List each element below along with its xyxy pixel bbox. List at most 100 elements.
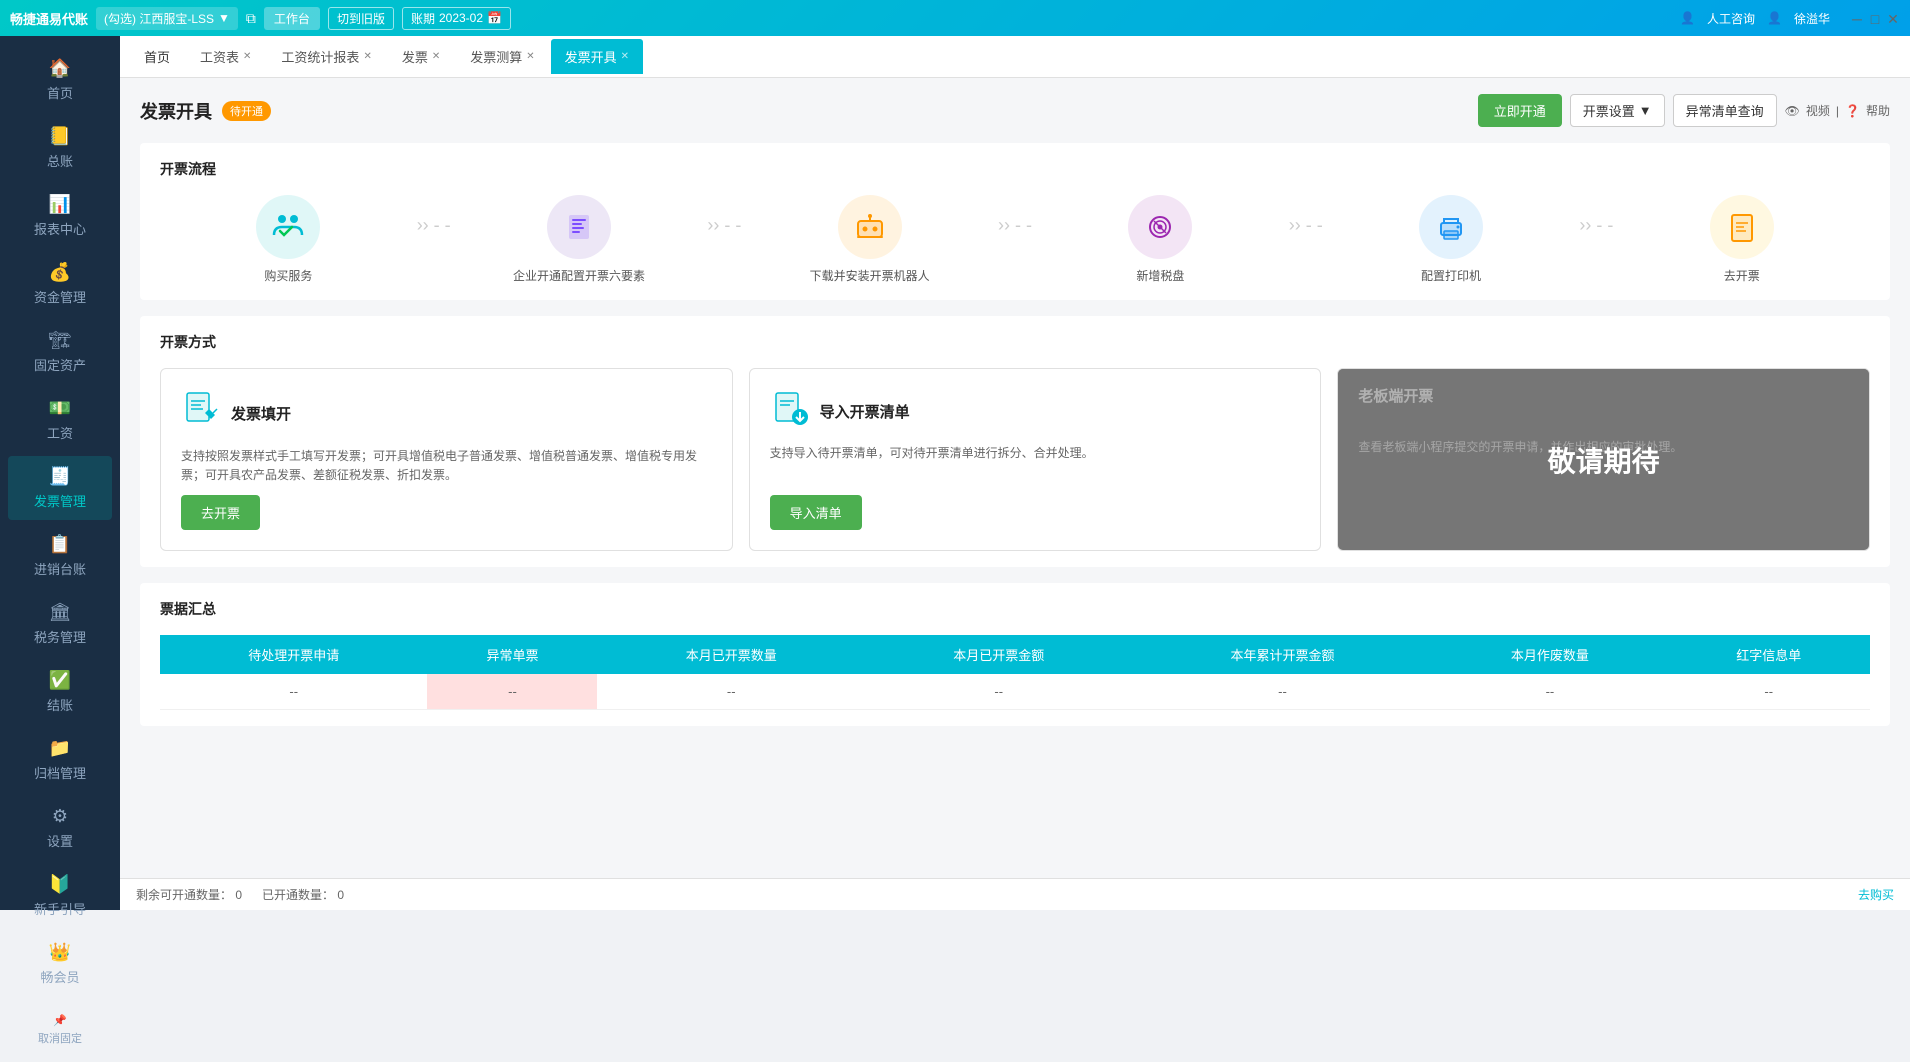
tab-close-salary-report[interactable]: ✕ (363, 51, 371, 62)
sidebar-label-salary: 工资 (47, 423, 73, 442)
cell-abnormal: -- (427, 674, 597, 710)
minimize-button[interactable]: ─ (1850, 11, 1864, 25)
flow-section-title: 开票流程 (160, 159, 1870, 179)
help-icon: ❓ (1845, 104, 1860, 118)
sidebar-label-new-guide: 新手引导 (34, 899, 86, 918)
tab-close-invoice-calc[interactable]: ✕ (526, 51, 534, 62)
buy-service-icon (256, 195, 320, 259)
tab-label-invoice-issue: 发票开具 (565, 47, 617, 66)
method-card-manual-fill-header: 发票填开 (181, 389, 712, 437)
tab-close-invoice-issue[interactable]: ✕ (621, 51, 629, 62)
sidebar-bottom: 📌 取消固定 (0, 998, 120, 1062)
manual-fill-button[interactable]: 去开票 (181, 495, 260, 530)
sidebar-label-report-center: 报表中心 (34, 219, 86, 238)
close-button[interactable]: ✕ (1886, 11, 1900, 25)
salary-icon: 💵 (49, 398, 71, 419)
sidebar-item-general-ledger[interactable]: 📒 总账 (8, 116, 112, 180)
abnormal-list-button[interactable]: 异常清单查询 (1673, 94, 1777, 127)
workbench-button[interactable]: 工作台 (264, 7, 320, 30)
username[interactable]: 徐溢华 (1794, 10, 1830, 27)
manual-fill-desc: 支持按照发票样式手工填写开发票；可开具增值税电子普通发票、增值税普通发票、增值税… (181, 447, 712, 485)
sidebar-item-new-guide[interactable]: 🔰 新手引导 (8, 864, 112, 928)
status-bar: 剩余可开通数量： 0 已开通数量： 0 去购买 (120, 878, 1910, 910)
sidebar-item-fund-mgmt[interactable]: 💰 资金管理 (8, 252, 112, 316)
immediate-open-button[interactable]: 立即开通 (1478, 94, 1562, 127)
period-selector[interactable]: 账期 2023-02 📅 (402, 7, 511, 30)
fund-icon: 💰 (49, 262, 71, 283)
tab-invoice[interactable]: 发票 ✕ (388, 39, 454, 74)
copy-icon[interactable]: ⧉ (246, 10, 256, 27)
sidebar-label-member: 畅会员 (40, 967, 79, 986)
period-value: 2023-02 (439, 11, 483, 25)
go-buy-link[interactable]: 去购买 (1858, 886, 1894, 903)
buy-service-label: 购买服务 (264, 267, 312, 284)
pin-toggle[interactable]: 📌 取消固定 (10, 1008, 110, 1052)
flow-step-config-open: 企业开通配置开票六要素 (451, 195, 708, 284)
header-actions: 立即开通 开票设置 ▼ 异常清单查询 👁 视频 | ❓ 帮助 (1478, 94, 1890, 127)
eye-icon: 👁 (1785, 104, 1800, 118)
sidebar-item-settings[interactable]: ⚙ 设置 (8, 796, 112, 860)
flow-step-download-robot: 下载并安装开票机器人 (741, 195, 998, 284)
cell-void-count: -- (1432, 674, 1667, 710)
sidebar-item-invoice-mgmt[interactable]: 🧾 发票管理 (8, 456, 112, 520)
manual-fill-icon (181, 389, 221, 437)
method-cards: 发票填开 支持按照发票样式手工填写开发票；可开具增值税电子普通发票、增值税普通发… (160, 368, 1870, 551)
col-red-info: 红字信息单 (1667, 635, 1870, 674)
flow-step-issue-invoice: 去开票 (1613, 195, 1870, 284)
switch-old-button[interactable]: 切到旧版 (328, 7, 394, 30)
download-robot-label: 下载并安装开票机器人 (810, 267, 930, 284)
sidebar-label-tax-mgmt: 税务管理 (34, 627, 86, 646)
open-settings-label: 开票设置 (1583, 101, 1635, 120)
sidebar-item-tax-mgmt[interactable]: 🏛 税务管理 (8, 592, 112, 656)
window-controls: ─ □ ✕ (1850, 11, 1900, 25)
tax-icon: 🏛 (49, 602, 72, 623)
tab-close-salary[interactable]: ✕ (243, 51, 251, 62)
page-title-area: 发票开具 待开通 (140, 98, 271, 124)
top-bar-left: 畅捷通易代账 (勾选) 江西服宝-LSS ▼ ⧉ 工作台 切到旧版 账期 202… (10, 7, 511, 30)
sidebar-label-fixed-assets: 固定资产 (34, 355, 86, 374)
help-label[interactable]: 帮助 (1866, 102, 1890, 119)
summary-section: 票据汇总 待处理开票申请 异常单票 本月已开票数量 本月已开票金额 本年累计开票… (140, 583, 1890, 726)
remaining-value: 0 (235, 888, 242, 902)
arrow-5: ›› ‐ ‐ (1579, 215, 1613, 236)
sidebar-item-member[interactable]: 👑 畅会员 (8, 932, 112, 996)
add-tax-icon (1128, 195, 1192, 259)
open-settings-button[interactable]: 开票设置 ▼ (1570, 94, 1665, 127)
home-icon: 🏠 (49, 58, 71, 79)
sidebar-label-settlement: 结账 (47, 695, 73, 714)
customer-service-label[interactable]: 人工咨询 (1707, 10, 1755, 27)
download-robot-icon (838, 195, 902, 259)
tab-invoice-calc[interactable]: 发票测算 ✕ (456, 39, 548, 74)
config-printer-icon (1419, 195, 1483, 259)
sidebar-item-fixed-assets[interactable]: 🏗 固定资产 (8, 320, 112, 384)
cell-pending: -- (160, 674, 427, 710)
tab-salary[interactable]: 工资表 ✕ (186, 39, 265, 74)
sidebar-item-salary[interactable]: 💵 工资 (8, 388, 112, 452)
page-content: 发票开具 待开通 立即开通 开票设置 ▼ 异常清单查询 👁 视频 | ❓ (120, 78, 1910, 878)
col-abnormal: 异常单票 (427, 635, 597, 674)
sidebar-label-home: 首页 (47, 83, 73, 102)
sidebar-item-purchase-sales[interactable]: 📋 进销台账 (8, 524, 112, 588)
tab-salary-report[interactable]: 工资统计报表 ✕ (267, 39, 385, 74)
summary-table: 待处理开票申请 异常单票 本月已开票数量 本月已开票金额 本年累计开票金额 本月… (160, 635, 1870, 710)
sidebar-item-settlement[interactable]: ✅ 结账 (8, 660, 112, 724)
import-list-button[interactable]: 导入清单 (770, 495, 862, 530)
video-label[interactable]: 视频 (1806, 102, 1830, 119)
pin-icon: 📌 (53, 1014, 67, 1027)
sidebar-item-home[interactable]: 🏠 首页 (8, 48, 112, 112)
flow-step-add-tax: 新增税盘 (1032, 195, 1289, 284)
tab-home[interactable]: 首页 (130, 39, 184, 74)
invoice-icon: 🧾 (49, 466, 71, 487)
flow-steps: 购买服务 ›› ‐ ‐ 企 (160, 195, 1870, 284)
sidebar-item-report-center[interactable]: 📊 报表中心 (8, 184, 112, 248)
import-list-icon (770, 389, 810, 434)
sidebar-label-archive-mgmt: 归档管理 (34, 763, 86, 782)
tab-close-invoice[interactable]: ✕ (432, 51, 440, 62)
maximize-button[interactable]: □ (1868, 11, 1882, 25)
assets-icon: 🏗 (49, 330, 72, 351)
tab-invoice-issue[interactable]: 发票开具 ✕ (551, 39, 643, 74)
cell-month-amount: -- (865, 674, 1132, 710)
sidebar-item-archive-mgmt[interactable]: 📁 归档管理 (8, 728, 112, 792)
method-card-import-list-header: 导入开票清单 (770, 389, 1301, 434)
company-select[interactable]: (勾选) 江西服宝-LSS ▼ (96, 7, 238, 30)
